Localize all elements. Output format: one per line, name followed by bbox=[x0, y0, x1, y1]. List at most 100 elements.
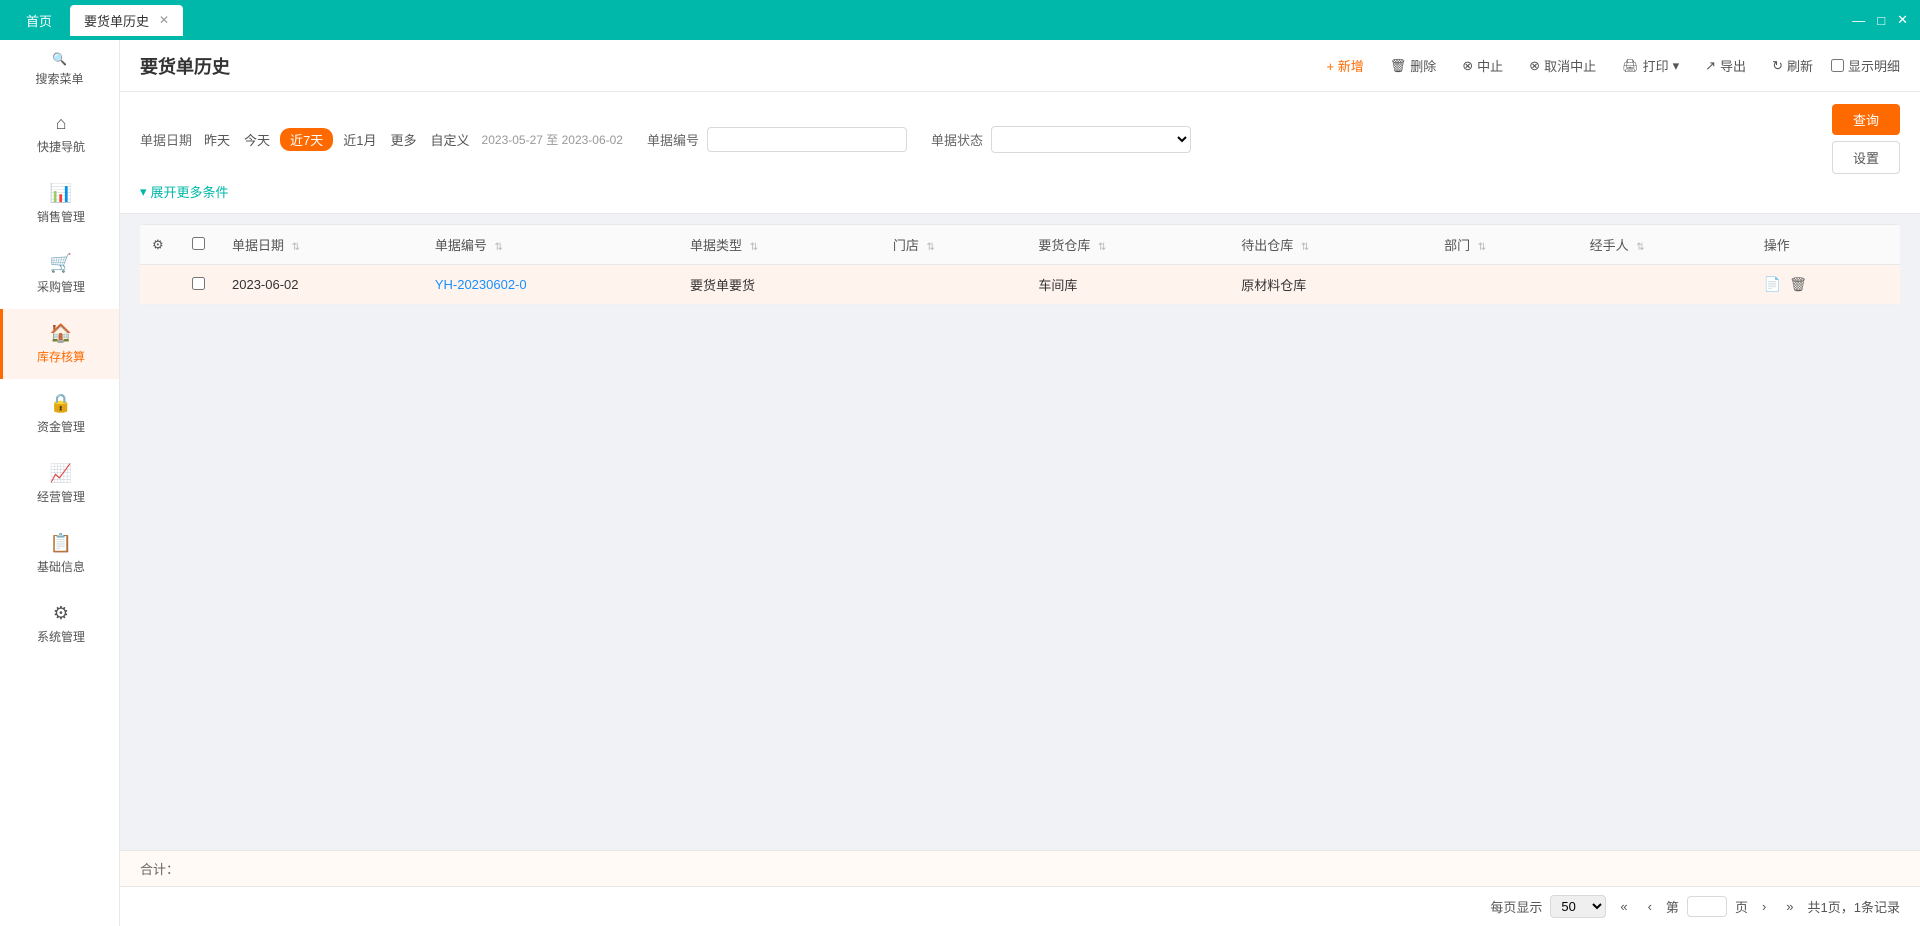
show-detail-input[interactable] bbox=[1831, 59, 1844, 72]
col-store-label: 门店 bbox=[893, 238, 919, 253]
page-number-input[interactable]: 1 bbox=[1687, 896, 1727, 917]
sidebar-item-purchase[interactable]: 🛒 采购管理 bbox=[0, 239, 119, 309]
stop-label: 中止 bbox=[1477, 56, 1503, 75]
data-table: ⚙ 单据日期 ⇅ 单据编号 ⇅ 单据类型 bbox=[140, 224, 1900, 305]
col-doc-number[interactable]: 单据编号 ⇅ bbox=[423, 225, 678, 265]
sidebar-item-label: 系统管理 bbox=[37, 628, 85, 645]
row-actions: 📄 🗑 bbox=[1752, 265, 1900, 305]
sidebar-item-sales[interactable]: 📊 销售管理 bbox=[0, 169, 119, 239]
tab-home[interactable]: 首页 bbox=[12, 5, 66, 36]
date-opt-last-month[interactable]: 近1月 bbox=[339, 128, 380, 151]
sidebar-item-inventory[interactable]: 🏠 库存核算 bbox=[0, 309, 119, 379]
basic-info-icon: 📋 bbox=[50, 533, 72, 554]
delete-label: 删除 bbox=[1410, 56, 1436, 75]
print-dropdown-icon: ▾ bbox=[1673, 58, 1680, 74]
cancel-stop-button[interactable]: ⊗ 取消中止 bbox=[1521, 52, 1604, 79]
row-select-checkbox[interactable] bbox=[192, 277, 205, 290]
row-action-icons: 📄 🗑 bbox=[1764, 276, 1888, 293]
sort-pending-warehouse-icon: ⇅ bbox=[1301, 242, 1309, 253]
expand-label: 展开更多条件 bbox=[151, 182, 229, 201]
sidebar-item-basic-info[interactable]: 📋 基础信息 bbox=[0, 519, 119, 589]
export-button[interactable]: ↗ 导出 bbox=[1697, 52, 1754, 79]
col-pending-warehouse-label: 待出仓库 bbox=[1241, 238, 1293, 253]
sidebar-item-quick-nav[interactable]: ⌂ 快捷导航 bbox=[0, 99, 119, 169]
sidebar-item-operation[interactable]: 📈 经营管理 bbox=[0, 449, 119, 519]
table-row: 2023-06-02 YH-20230602-0 要货单要货 车间库 原材料仓库 bbox=[140, 265, 1900, 305]
doc-number-link[interactable]: YH-20230602-0 bbox=[435, 277, 527, 292]
page-title: 要货单历史 bbox=[140, 53, 230, 79]
content-area: 要货单历史 + 新增 🗑 删除 ⊗ 中止 ⊗ 取消中止 🖨 打印 bbox=[120, 40, 1920, 926]
query-button[interactable]: 查询 bbox=[1832, 104, 1900, 135]
row-edit-icon[interactable]: 📄 bbox=[1764, 276, 1781, 293]
tab-requisition-history[interactable]: 要货单历史 ✕ bbox=[70, 5, 183, 36]
refresh-button[interactable]: ↻ 刷新 bbox=[1764, 52, 1821, 79]
date-opt-today[interactable]: 今天 bbox=[240, 128, 274, 151]
col-doc-type[interactable]: 单据类型 ⇅ bbox=[678, 225, 881, 265]
expand-more-btn[interactable]: ▾ 展开更多条件 bbox=[140, 182, 1900, 201]
sidebar-search[interactable]: 🔍 搜索菜单 bbox=[0, 40, 119, 99]
doc-status-select[interactable] bbox=[991, 126, 1191, 153]
date-opt-custom[interactable]: 自定义 bbox=[427, 128, 474, 151]
stop-icon: ⊗ bbox=[1462, 58, 1473, 74]
stop-button[interactable]: ⊗ 中止 bbox=[1454, 52, 1511, 79]
expand-icon: ▾ bbox=[140, 184, 147, 200]
page-input-label: 第 bbox=[1666, 897, 1679, 916]
doc-number-input[interactable] bbox=[707, 127, 907, 152]
col-req-warehouse[interactable]: 要货仓库 ⇅ bbox=[1026, 225, 1229, 265]
doc-number-label: 单据编号 bbox=[647, 130, 699, 149]
home-icon: ⌂ bbox=[56, 113, 67, 134]
print-label: 打印 bbox=[1643, 56, 1669, 75]
inventory-icon: 🏠 bbox=[50, 323, 72, 344]
sort-req-warehouse-icon: ⇅ bbox=[1098, 242, 1106, 253]
per-page-select[interactable]: 50 10 20 100 bbox=[1550, 895, 1606, 918]
row-department bbox=[1432, 265, 1578, 305]
col-store[interactable]: 门店 ⇅ bbox=[881, 225, 1027, 265]
delete-button[interactable]: 🗑 删除 bbox=[1382, 52, 1445, 79]
col-doc-date[interactable]: 单据日期 ⇅ bbox=[220, 225, 423, 265]
maximize-icon[interactable]: □ bbox=[1877, 13, 1885, 28]
date-opt-yesterday[interactable]: 昨天 bbox=[200, 128, 234, 151]
col-pending-warehouse[interactable]: 待出仓库 ⇅ bbox=[1229, 225, 1432, 265]
print-button[interactable]: 🖨 打印 ▾ bbox=[1614, 52, 1687, 79]
sidebar-item-finance[interactable]: 🔒 资金管理 bbox=[0, 379, 119, 449]
show-detail-checkbox[interactable]: 显示明细 bbox=[1831, 56, 1900, 75]
search-icon: 🔍 bbox=[52, 52, 67, 66]
select-all-checkbox[interactable] bbox=[192, 237, 205, 250]
main-layout: 🔍 搜索菜单 ⌂ 快捷导航 📊 销售管理 🛒 采购管理 🏠 库存核算 🔒 资金管… bbox=[0, 40, 1920, 926]
doc-status-label: 单据状态 bbox=[931, 130, 983, 149]
close-window-icon[interactable]: ✕ bbox=[1897, 12, 1908, 28]
new-button[interactable]: + 新增 bbox=[1318, 52, 1371, 79]
filter-date: 单据日期 昨天 今天 近7天 近1月 更多 自定义 2023-05-27 至 2… bbox=[140, 128, 623, 151]
next-page-btn[interactable]: › bbox=[1756, 897, 1772, 916]
prev-page-btn[interactable]: ‹ bbox=[1642, 897, 1658, 916]
col-actions-label: 操作 bbox=[1764, 238, 1790, 253]
last-page-btn[interactable]: » bbox=[1780, 897, 1799, 916]
setting-button[interactable]: 设置 bbox=[1832, 141, 1900, 174]
sidebar-item-label: 库存核算 bbox=[37, 348, 85, 365]
date-opt-last7days[interactable]: 近7天 bbox=[280, 128, 333, 151]
table-header-row: ⚙ 单据日期 ⇅ 单据编号 ⇅ 单据类型 bbox=[140, 225, 1900, 265]
minimize-icon[interactable]: — bbox=[1852, 13, 1865, 28]
window-controls: — □ ✕ bbox=[1852, 12, 1908, 28]
col-doc-type-label: 单据类型 bbox=[690, 238, 742, 253]
tab-close-icon[interactable]: ✕ bbox=[159, 13, 169, 27]
top-bar: 首页 要货单历史 ✕ — □ ✕ bbox=[0, 0, 1920, 40]
cancel-stop-label: 取消中止 bbox=[1544, 56, 1596, 75]
first-page-btn[interactable]: « bbox=[1614, 897, 1633, 916]
sidebar-item-system[interactable]: ⚙ 系统管理 bbox=[0, 589, 119, 659]
sidebar: 🔍 搜索菜单 ⌂ 快捷导航 📊 销售管理 🛒 采购管理 🏠 库存核算 🔒 资金管… bbox=[0, 40, 120, 926]
table-head: ⚙ 单据日期 ⇅ 单据编号 ⇅ 单据类型 bbox=[140, 225, 1900, 265]
tab-home-label: 首页 bbox=[26, 11, 52, 30]
sidebar-item-label: 经营管理 bbox=[37, 488, 85, 505]
sort-store-icon: ⇅ bbox=[927, 242, 935, 253]
col-department[interactable]: 部门 ⇅ bbox=[1432, 225, 1578, 265]
sort-doc-type-icon: ⇅ bbox=[750, 242, 758, 253]
date-opt-more[interactable]: 更多 bbox=[387, 128, 421, 151]
finance-icon: 🔒 bbox=[50, 393, 72, 414]
show-detail-label: 显示明细 bbox=[1848, 56, 1900, 75]
purchase-icon: 🛒 bbox=[50, 253, 72, 274]
col-handler[interactable]: 经手人 ⇅ bbox=[1578, 225, 1752, 265]
row-delete-icon[interactable]: 🗑 bbox=[1789, 276, 1807, 293]
delete-icon: 🗑 bbox=[1390, 58, 1407, 74]
filter-row-1: 单据日期 昨天 今天 近7天 近1月 更多 自定义 2023-05-27 至 2… bbox=[140, 104, 1900, 174]
